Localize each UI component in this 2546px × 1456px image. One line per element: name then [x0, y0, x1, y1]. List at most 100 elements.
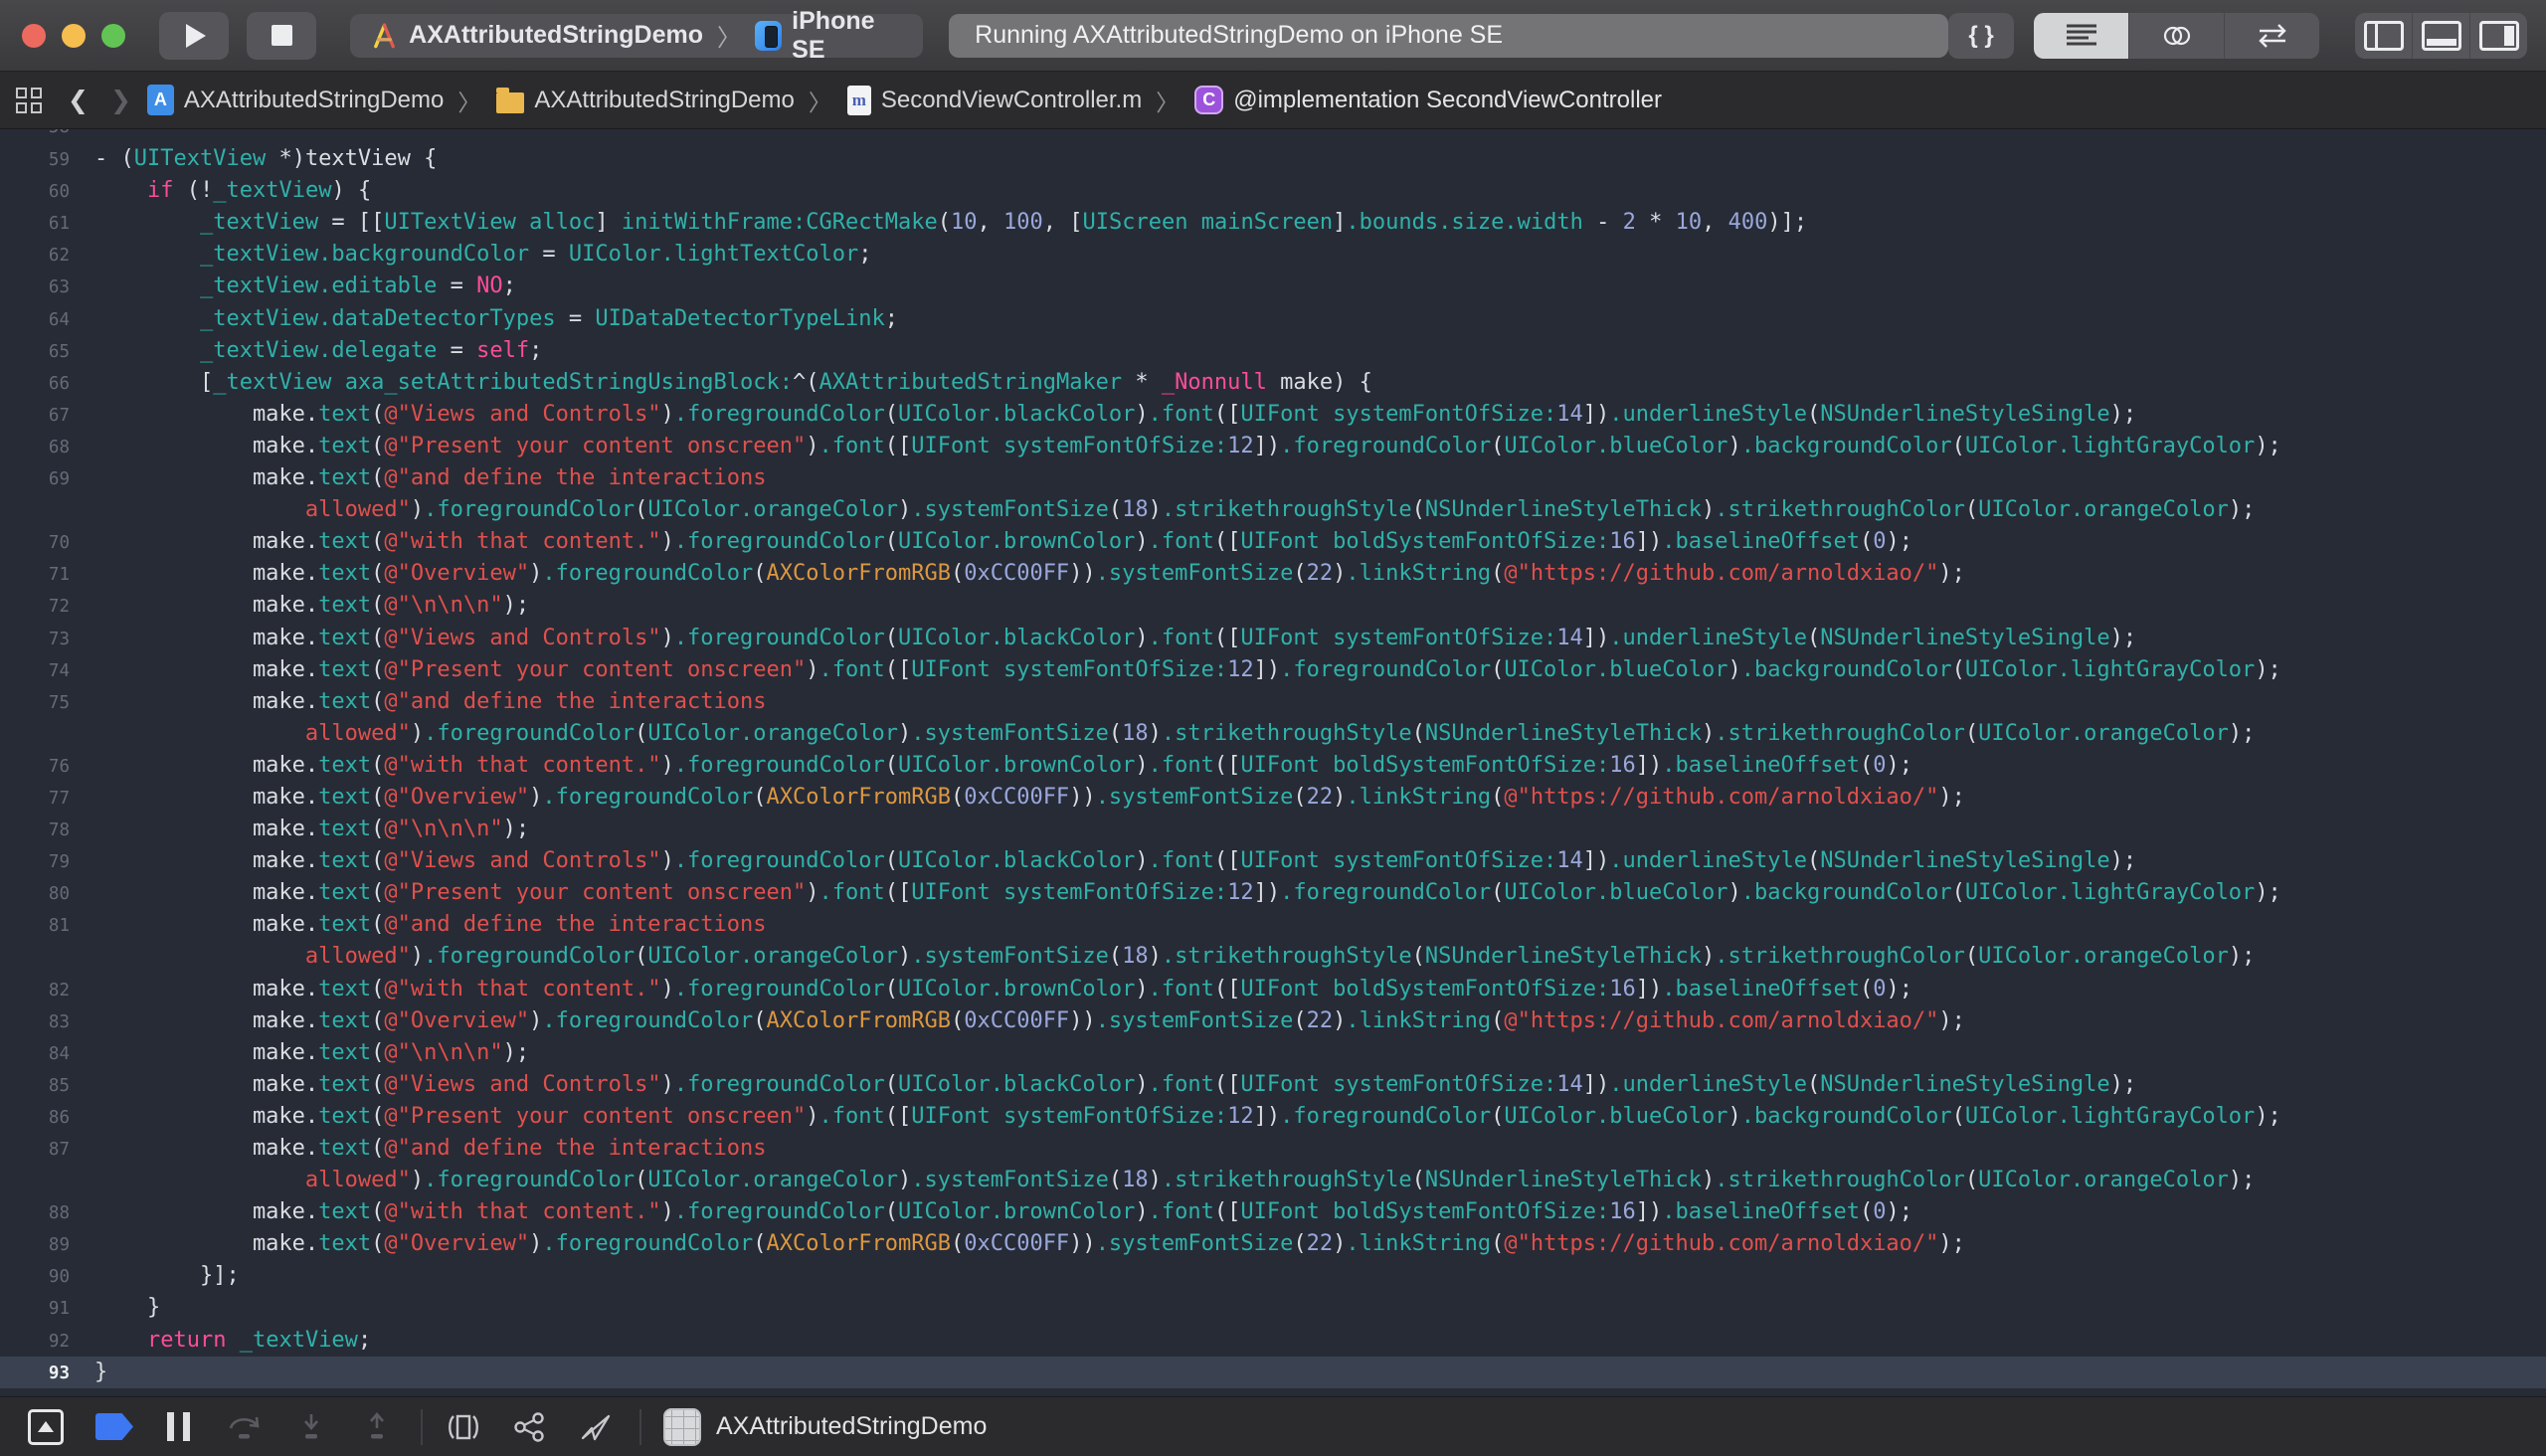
code-line-wrap[interactable]: allowed").foregroundColor(UIColor.orange…: [0, 941, 2546, 973]
run-button[interactable]: [159, 12, 229, 60]
minimize-window-button[interactable]: [62, 24, 86, 48]
line-number[interactable]: 62: [0, 240, 84, 272]
line-number[interactable]: 80: [0, 878, 84, 910]
code-line-94[interactable]: 94: [0, 1388, 2546, 1396]
line-number[interactable]: 88: [0, 1197, 84, 1229]
breadcrumb-item-project[interactable]: A AXAttributedStringDemo: [147, 85, 444, 115]
line-number[interactable]: 75: [0, 687, 84, 719]
line-number[interactable]: 83: [0, 1006, 84, 1038]
code-line-89[interactable]: 89 make.text(@"Overview").foregroundColo…: [0, 1228, 2546, 1260]
code-line-91[interactable]: 91 }: [0, 1292, 2546, 1324]
line-number[interactable]: 73: [0, 624, 84, 655]
code-line-68[interactable]: 68 make.text(@"Present your content onsc…: [0, 431, 2546, 462]
code-line-59[interactable]: 59- (UITextView *)textView {: [0, 143, 2546, 175]
breadcrumb-item-symbol[interactable]: C @implementation SecondViewController: [1194, 86, 1662, 114]
braces-button[interactable]: { }: [1948, 13, 2014, 59]
line-number[interactable]: 86: [0, 1102, 84, 1134]
line-number[interactable]: 67: [0, 400, 84, 432]
code-line-62[interactable]: 62 _textView.backgroundColor = UIColor.l…: [0, 239, 2546, 271]
line-number[interactable]: 81: [0, 910, 84, 942]
version-editor-button[interactable]: [2225, 13, 2319, 59]
zoom-window-button[interactable]: [101, 24, 125, 48]
back-button[interactable]: ❮: [68, 86, 89, 115]
code-line-wrap[interactable]: allowed").foregroundColor(UIColor.orange…: [0, 1165, 2546, 1196]
step-out-button[interactable]: [359, 1411, 395, 1443]
code-line-85[interactable]: 85 make.text(@"Views and Controls").fore…: [0, 1069, 2546, 1101]
code-line-84[interactable]: 84 make.text(@"\n\n\n");: [0, 1037, 2546, 1069]
line-number[interactable]: 74: [0, 655, 84, 687]
simulate-location-button[interactable]: [578, 1411, 614, 1443]
line-number[interactable]: 93: [0, 1358, 84, 1389]
line-number[interactable]: 61: [0, 208, 84, 240]
line-number[interactable]: 63: [0, 272, 84, 303]
line-number[interactable]: 84: [0, 1038, 84, 1070]
code-line-82[interactable]: 82 make.text(@"with that content.").fore…: [0, 974, 2546, 1005]
code-line-64[interactable]: 64 _textView.dataDetectorTypes = UIDataD…: [0, 303, 2546, 335]
code-line-73[interactable]: 73 make.text(@"Views and Controls").fore…: [0, 623, 2546, 654]
code-line-63[interactable]: 63 _textView.editable = NO;: [0, 271, 2546, 302]
line-number[interactable]: 72: [0, 591, 84, 623]
memory-graph-button[interactable]: [512, 1411, 548, 1443]
code-line-78[interactable]: 78 make.text(@"\n\n\n");: [0, 814, 2546, 845]
line-number[interactable]: 66: [0, 368, 84, 400]
code-line-93[interactable]: 93}: [0, 1357, 2546, 1388]
code-line-81[interactable]: 81 make.text(@"and define the interactio…: [0, 909, 2546, 941]
inspector-panel-toggle[interactable]: [2470, 13, 2527, 59]
code-line-wrap[interactable]: allowed").foregroundColor(UIColor.orange…: [0, 494, 2546, 526]
standard-editor-button[interactable]: [2034, 13, 2129, 59]
line-number[interactable]: 76: [0, 751, 84, 783]
code-line-75[interactable]: 75 make.text(@"and define the interactio…: [0, 686, 2546, 718]
line-number[interactable]: 58: [0, 129, 84, 143]
line-number[interactable]: 59: [0, 144, 84, 176]
code-line-88[interactable]: 88 make.text(@"with that content.").fore…: [0, 1196, 2546, 1228]
related-items-icon[interactable]: [16, 88, 42, 113]
code-line-90[interactable]: 90 }];: [0, 1260, 2546, 1292]
line-number[interactable]: 89: [0, 1229, 84, 1261]
code-line-76[interactable]: 76 make.text(@"with that content.").fore…: [0, 750, 2546, 782]
code-line-58[interactable]: 58: [0, 129, 2546, 143]
line-number[interactable]: 69: [0, 463, 84, 495]
code-line-60[interactable]: 60 if (!_textView) {: [0, 175, 2546, 207]
step-over-button[interactable]: [226, 1411, 264, 1443]
code-line-wrap[interactable]: allowed").foregroundColor(UIColor.orange…: [0, 718, 2546, 750]
line-number[interactable]: 82: [0, 975, 84, 1006]
line-number[interactable]: 60: [0, 176, 84, 208]
code-line-74[interactable]: 74 make.text(@"Present your content onsc…: [0, 654, 2546, 686]
navigator-panel-toggle[interactable]: [2355, 13, 2413, 59]
code-line-80[interactable]: 80 make.text(@"Present your content onsc…: [0, 877, 2546, 909]
forward-button[interactable]: ❯: [110, 86, 131, 115]
breadcrumb-item-group[interactable]: AXAttributedStringDemo: [496, 87, 794, 114]
line-number[interactable]: 87: [0, 1134, 84, 1166]
scheme-selector[interactable]: AXAttributedStringDemo 〉 iPhone SE: [350, 14, 923, 58]
code-line-66[interactable]: 66 [_textView axa_setAttributedStringUsi…: [0, 367, 2546, 399]
line-number[interactable]: 85: [0, 1070, 84, 1102]
debug-area-panel-toggle[interactable]: [2413, 13, 2470, 59]
breadcrumb-item-file[interactable]: m SecondViewController.m: [847, 86, 1142, 115]
stop-button[interactable]: [247, 12, 316, 60]
line-number[interactable]: 71: [0, 559, 84, 591]
code-line-71[interactable]: 71 make.text(@"Overview").foregroundColo…: [0, 558, 2546, 590]
line-number[interactable]: 64: [0, 304, 84, 336]
code-line-70[interactable]: 70 make.text(@"with that content.").fore…: [0, 526, 2546, 558]
step-into-button[interactable]: [293, 1411, 329, 1443]
line-number[interactable]: 90: [0, 1261, 84, 1293]
breakpoints-toggle-button[interactable]: [95, 1413, 133, 1440]
line-number[interactable]: 68: [0, 432, 84, 463]
line-number[interactable]: 70: [0, 527, 84, 559]
line-number[interactable]: 77: [0, 783, 84, 815]
line-number[interactable]: 79: [0, 846, 84, 878]
line-number[interactable]: 94: [0, 1388, 84, 1396]
code-line-65[interactable]: 65 _textView.delegate = self;: [0, 335, 2546, 367]
code-line-77[interactable]: 77 make.text(@"Overview").foregroundColo…: [0, 782, 2546, 814]
pause-execution-button[interactable]: [167, 1412, 190, 1441]
code-line-87[interactable]: 87 make.text(@"and define the interactio…: [0, 1133, 2546, 1165]
line-number[interactable]: 65: [0, 336, 84, 368]
toggle-debug-area-button[interactable]: [28, 1409, 64, 1445]
assistant-editor-button[interactable]: [2129, 13, 2225, 59]
code-line-79[interactable]: 79 make.text(@"Views and Controls").fore…: [0, 845, 2546, 877]
code-line-86[interactable]: 86 make.text(@"Present your content onsc…: [0, 1101, 2546, 1133]
code-line-69[interactable]: 69 make.text(@"and define the interactio…: [0, 462, 2546, 494]
line-number[interactable]: 91: [0, 1293, 84, 1325]
source-editor[interactable]: 5859- (UITextView *)textView {60 if (!_t…: [0, 129, 2546, 1396]
code-line-83[interactable]: 83 make.text(@"Overview").foregroundColo…: [0, 1005, 2546, 1037]
